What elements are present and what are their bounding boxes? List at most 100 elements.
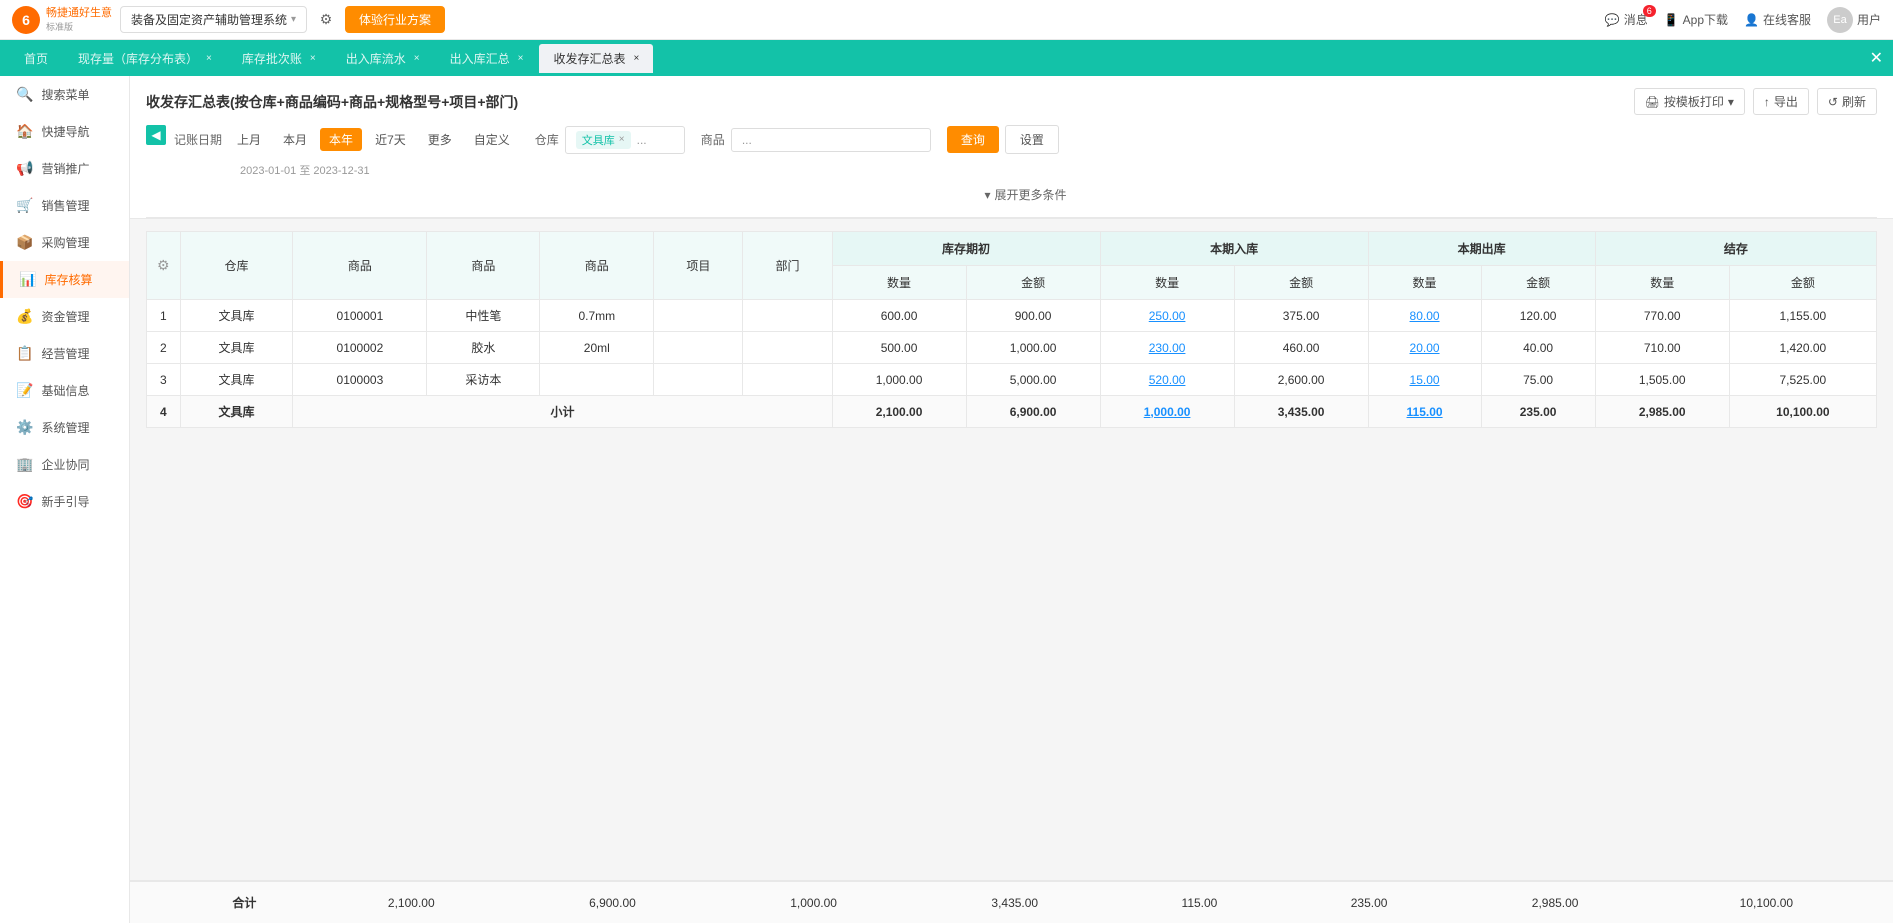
date-shortcut-this-year[interactable]: 本年: [320, 128, 362, 151]
export-icon: ↑: [1764, 95, 1770, 109]
table-header-department: 部门: [743, 232, 832, 300]
table-settings-icon[interactable]: ⚙: [157, 257, 170, 273]
sidebar-label-search: 搜索菜单: [41, 86, 89, 103]
row2-in-qty[interactable]: 230.00: [1100, 332, 1234, 364]
row2-open-amt: 1,000.00: [966, 332, 1100, 364]
tab-inout-summary-label: 出入库汇总: [450, 50, 510, 67]
table-header-out-qty: 数量: [1368, 266, 1481, 300]
total-close-amt: 10,100.00: [1656, 888, 1877, 917]
sidebar-item-guide[interactable]: 🎯 新手引导: [0, 483, 129, 520]
app-download-button[interactable]: 📱 App下载: [1664, 11, 1728, 28]
row1-out-qty[interactable]: 80.00: [1368, 300, 1481, 332]
tab-bar-close-btn[interactable]: ✕: [1870, 48, 1883, 68]
date-shortcut-more[interactable]: 更多: [419, 128, 461, 151]
table-header-open-amt: 金额: [966, 266, 1100, 300]
tab-batch[interactable]: 库存批次账 ×: [228, 44, 330, 73]
total-in-amt: 3,435.00: [914, 888, 1115, 917]
row3-out-qty[interactable]: 15.00: [1368, 364, 1481, 396]
warehouse-more-icon[interactable]: ...: [637, 133, 647, 147]
subtotal-out-qty[interactable]: 115.00: [1368, 396, 1481, 428]
tab-inout-flow-close[interactable]: ×: [414, 53, 420, 64]
sidebar-label-marketing: 营销推广: [41, 160, 89, 177]
tab-recv-send-close[interactable]: ×: [633, 53, 639, 64]
tab-inout-summary[interactable]: 出入库汇总 ×: [436, 44, 538, 73]
table-header-out-amt: 金额: [1481, 266, 1595, 300]
subtotal-in-qty[interactable]: 1,000.00: [1100, 396, 1234, 428]
sidebar-item-quick-nav[interactable]: 🏠 快捷导航: [0, 113, 129, 150]
tab-stock-dist-close[interactable]: ×: [206, 53, 212, 64]
date-shortcut-7days[interactable]: 近7天: [366, 128, 415, 151]
query-button[interactable]: 查询: [947, 126, 999, 153]
collapse-button[interactable]: ◀: [146, 125, 166, 145]
sidebar-item-purchase[interactable]: 📦 采购管理: [0, 224, 129, 261]
sidebar-item-system[interactable]: ⚙️ 系统管理: [0, 409, 129, 446]
table-header-close-amt: 金额: [1729, 266, 1876, 300]
tab-inout-flow[interactable]: 出入库流水 ×: [332, 44, 434, 73]
sidebar-item-marketing[interactable]: 📢 营销推广: [0, 150, 129, 187]
table-header-goods-code: 商品: [293, 232, 427, 300]
row1-open-qty: 600.00: [832, 300, 966, 332]
expand-conditions-button[interactable]: ▾ 展开更多条件: [976, 182, 1074, 207]
online-service-button[interactable]: 👤 在线客服: [1744, 11, 1811, 28]
sidebar: 🔍 搜索菜单 🏠 快捷导航 📢 营销推广 🛒 销售管理 📦 采购管理 📊 库存核…: [0, 76, 130, 923]
tab-stock-dist[interactable]: 现存量（库存分布表） ×: [64, 44, 226, 73]
table-row: 2 文具库 0100002 胶水 20ml 500.00 1,000.00 23…: [147, 332, 1877, 364]
date-shortcut-last-month[interactable]: 上月: [228, 128, 270, 151]
table-header-close-qty: 数量: [1595, 266, 1729, 300]
refresh-button[interactable]: ↺ 刷新: [1817, 88, 1877, 115]
export-button[interactable]: ↑ 导出: [1753, 88, 1809, 115]
row3-in-qty[interactable]: 520.00: [1100, 364, 1234, 396]
tab-recv-send[interactable]: 收发存汇总表 ×: [539, 44, 653, 73]
row3-goods-spec: [540, 364, 654, 396]
user-menu[interactable]: Ea 用户: [1827, 7, 1881, 33]
sidebar-item-enterprise[interactable]: 🏢 企业协同: [0, 446, 129, 483]
tab-stock-dist-label: 现存量（库存分布表）: [78, 50, 198, 67]
tab-home[interactable]: 首页: [10, 44, 62, 73]
row2-out-qty[interactable]: 20.00: [1368, 332, 1481, 364]
print-button[interactable]: 🖨 按模板打印 ▾: [1634, 88, 1745, 115]
filter-settings-button[interactable]: 设置: [1005, 125, 1059, 154]
table-header-goods-spec: 商品: [540, 232, 654, 300]
warehouse-label: 仓库: [535, 131, 559, 148]
goods-selector[interactable]: ...: [731, 128, 931, 152]
row2-goods-code: 0100002: [293, 332, 427, 364]
download-icon: 📱: [1664, 13, 1679, 27]
row1-in-qty[interactable]: 250.00: [1100, 300, 1234, 332]
row2-project: [654, 332, 743, 364]
date-shortcut-this-month[interactable]: 本月: [274, 128, 316, 151]
row2-open-qty: 500.00: [832, 332, 966, 364]
table-row: 3 文具库 0100003 采访本 1,000.00 5,000.00 520.…: [147, 364, 1877, 396]
date-filter-group: 记账日期 上月 本月 本年 近7天 更多 自定义: [174, 128, 519, 151]
tab-batch-close[interactable]: ×: [310, 53, 316, 64]
page-actions: 🖨 按模板打印 ▾ ↑ 导出 ↺ 刷新: [1634, 88, 1877, 115]
tab-home-label: 首页: [24, 50, 48, 67]
messages-button[interactable]: 💬 消息 6: [1605, 11, 1648, 28]
sidebar-label-quick-nav: 快捷导航: [41, 123, 89, 140]
sidebar-label-finance: 资金管理: [41, 308, 89, 325]
warehouse-selector[interactable]: 文具库 × ...: [565, 126, 685, 154]
finance-icon: 💰: [16, 308, 33, 325]
sidebar-item-finance[interactable]: 💰 资金管理: [0, 298, 129, 335]
experience-button[interactable]: 体验行业方案: [345, 6, 445, 33]
sidebar-item-search[interactable]: 🔍 搜索菜单: [0, 76, 129, 113]
footer-table: 合计 2,100.00 6,900.00 1,000.00 3,435.00 1…: [146, 888, 1877, 917]
sidebar-item-operations[interactable]: 📋 经营管理: [0, 335, 129, 372]
gear-icon[interactable]: ⚙: [315, 9, 337, 31]
sidebar-item-sales[interactable]: 🛒 销售管理: [0, 187, 129, 224]
row3-warehouse: 文具库: [180, 364, 293, 396]
date-shortcut-custom[interactable]: 自定义: [465, 128, 519, 151]
goods-more-icon[interactable]: ...: [742, 133, 752, 147]
online-service-label: 在线客服: [1763, 11, 1811, 28]
sidebar-item-basic-info[interactable]: 📝 基础信息: [0, 372, 129, 409]
table-row: 1 文具库 0100001 中性笔 0.7mm 600.00 900.00 25…: [147, 300, 1877, 332]
logo-text: 畅捷通好生意: [46, 6, 112, 20]
total-label: 合计: [178, 888, 311, 917]
row1-warehouse: 文具库: [180, 300, 293, 332]
system-selector[interactable]: 装备及固定资产辅助管理系统 ▾: [120, 6, 307, 33]
row1-in-amt: 375.00: [1234, 300, 1368, 332]
content-area: 收发存汇总表(按仓库+商品编码+商品+规格型号+项目+部门) 🖨 按模板打印 ▾…: [130, 76, 1893, 923]
tab-recv-send-label: 收发存汇总表: [553, 50, 625, 67]
tab-inout-summary-close[interactable]: ×: [518, 53, 524, 64]
sidebar-item-inventory[interactable]: 📊 库存核算: [0, 261, 129, 298]
warehouse-tag-close[interactable]: ×: [619, 134, 625, 145]
